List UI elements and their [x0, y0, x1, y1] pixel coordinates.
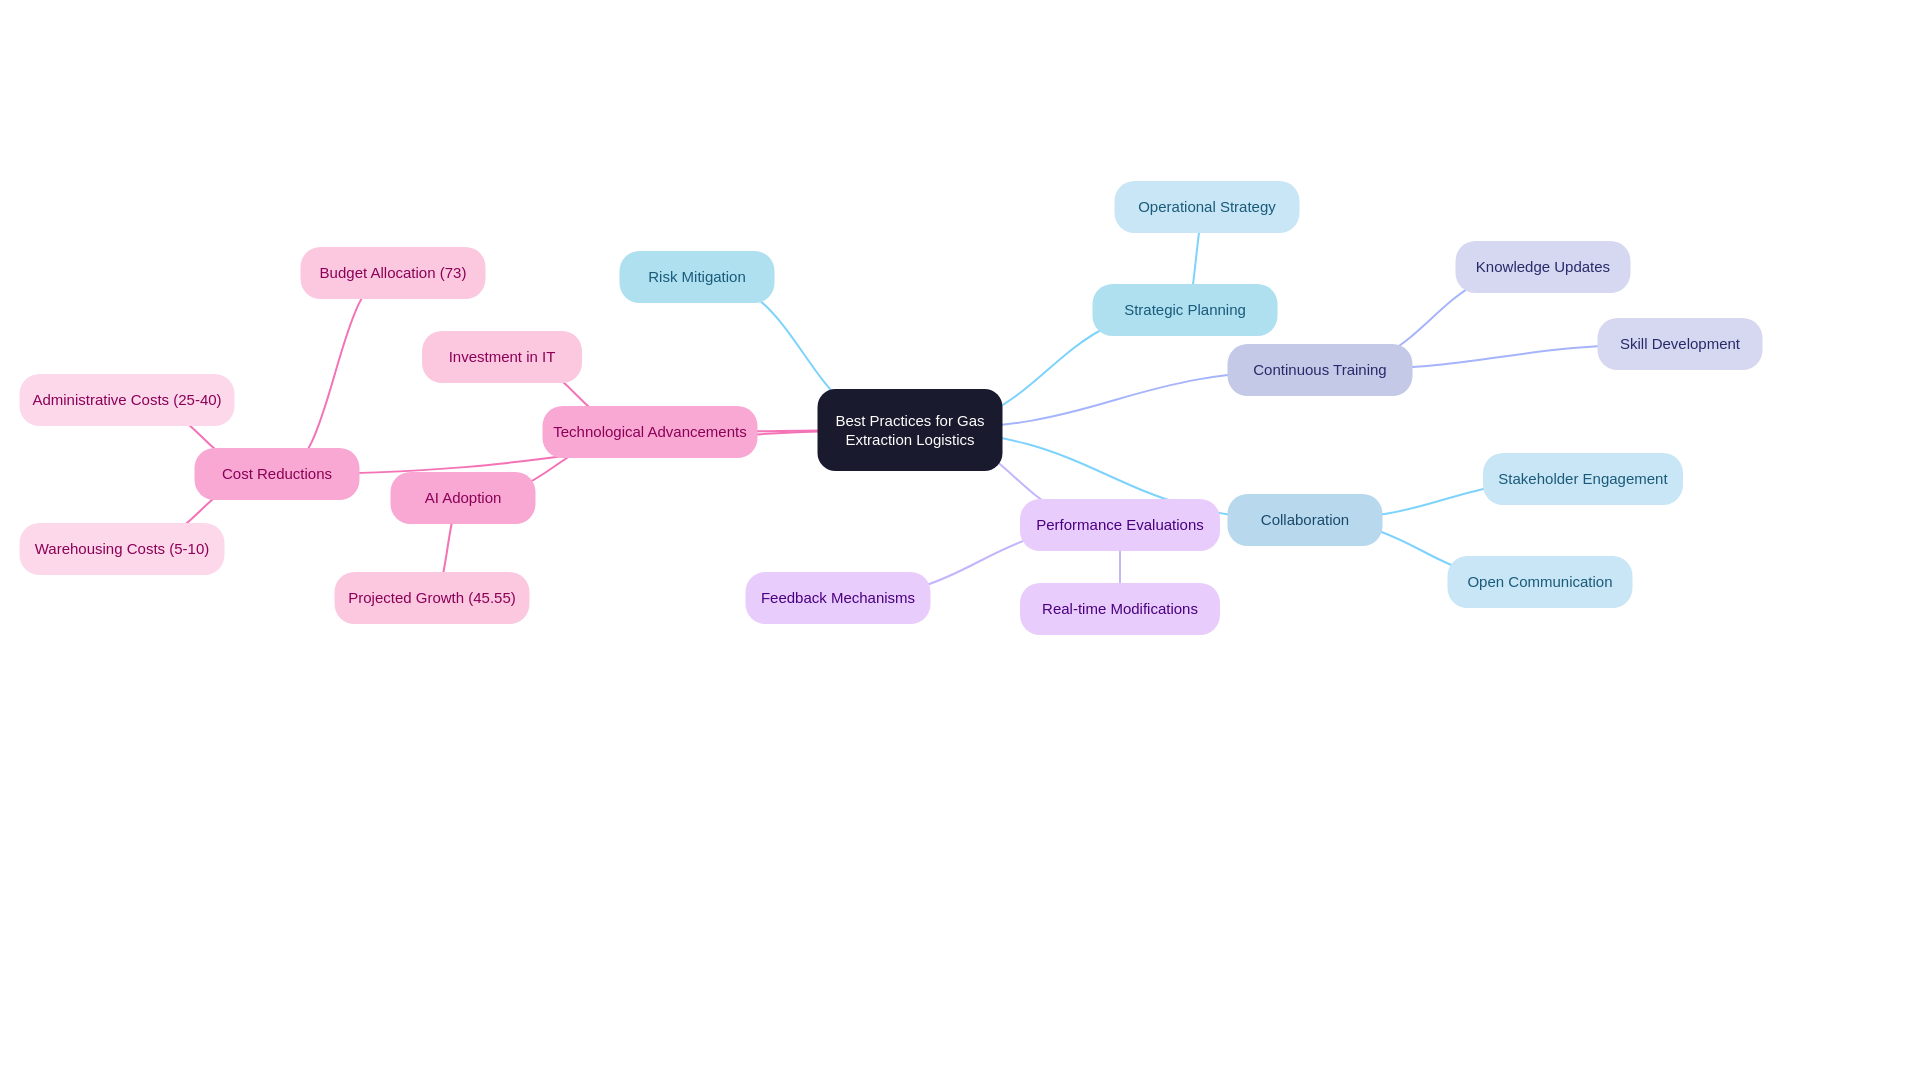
node-label-ai-adoption: AI Adoption — [421, 488, 506, 508]
node-label-collaboration: Collaboration — [1257, 510, 1353, 530]
center-node[interactable]: Best Practices for Gas Extraction Logist… — [818, 389, 1003, 471]
node-operational-strategy[interactable]: Operational Strategy — [1115, 181, 1300, 233]
node-feedback-mechanisms[interactable]: Feedback Mechanisms — [746, 572, 931, 624]
node-label-operational-strategy: Operational Strategy — [1134, 197, 1280, 217]
node-projected-growth[interactable]: Projected Growth (45.55) — [335, 572, 530, 624]
node-real-time-modifications[interactable]: Real-time Modifications — [1020, 583, 1220, 635]
node-label-knowledge-updates: Knowledge Updates — [1472, 257, 1614, 277]
node-label-real-time-modifications: Real-time Modifications — [1038, 599, 1202, 619]
node-label-feedback-mechanisms: Feedback Mechanisms — [757, 588, 919, 608]
node-label-open-communication: Open Communication — [1463, 572, 1616, 592]
node-technological-advancements[interactable]: Technological Advancements — [543, 406, 758, 458]
node-administrative-costs[interactable]: Administrative Costs (25-40) — [20, 374, 235, 426]
node-label-technological-advancements: Technological Advancements — [549, 422, 750, 442]
node-collaboration[interactable]: Collaboration — [1228, 494, 1383, 546]
center-node-label: Best Practices for Gas Extraction Logist… — [831, 411, 988, 450]
node-warehousing-costs[interactable]: Warehousing Costs (5-10) — [20, 523, 225, 575]
node-label-skill-development: Skill Development — [1616, 334, 1744, 354]
node-label-stakeholder-engagement: Stakeholder Engagement — [1494, 469, 1671, 489]
node-risk-mitigation[interactable]: Risk Mitigation — [620, 251, 775, 303]
node-label-strategic-planning: Strategic Planning — [1120, 300, 1250, 320]
node-ai-adoption[interactable]: AI Adoption — [391, 472, 536, 524]
node-investment-in-it[interactable]: Investment in IT — [422, 331, 582, 383]
node-label-cost-reductions: Cost Reductions — [218, 464, 336, 484]
node-label-investment-in-it: Investment in IT — [445, 347, 560, 367]
node-label-risk-mitigation: Risk Mitigation — [644, 267, 750, 287]
node-performance-evaluations[interactable]: Performance Evaluations — [1020, 499, 1220, 551]
node-strategic-planning[interactable]: Strategic Planning — [1093, 284, 1278, 336]
node-stakeholder-engagement[interactable]: Stakeholder Engagement — [1483, 453, 1683, 505]
node-label-budget-allocation: Budget Allocation (73) — [316, 263, 471, 283]
node-label-warehousing-costs: Warehousing Costs (5-10) — [31, 539, 214, 559]
node-knowledge-updates[interactable]: Knowledge Updates — [1456, 241, 1631, 293]
node-continuous-training[interactable]: Continuous Training — [1228, 344, 1413, 396]
node-label-administrative-costs: Administrative Costs (25-40) — [28, 390, 225, 410]
node-label-continuous-training: Continuous Training — [1249, 360, 1390, 380]
node-cost-reductions[interactable]: Cost Reductions — [195, 448, 360, 500]
node-label-projected-growth: Projected Growth (45.55) — [344, 588, 520, 608]
connections-svg — [0, 0, 1920, 1083]
node-budget-allocation[interactable]: Budget Allocation (73) — [301, 247, 486, 299]
mindmap-container: Best Practices for Gas Extraction Logist… — [0, 0, 1920, 1083]
node-skill-development[interactable]: Skill Development — [1598, 318, 1763, 370]
node-open-communication[interactable]: Open Communication — [1448, 556, 1633, 608]
node-label-performance-evaluations: Performance Evaluations — [1032, 515, 1208, 535]
